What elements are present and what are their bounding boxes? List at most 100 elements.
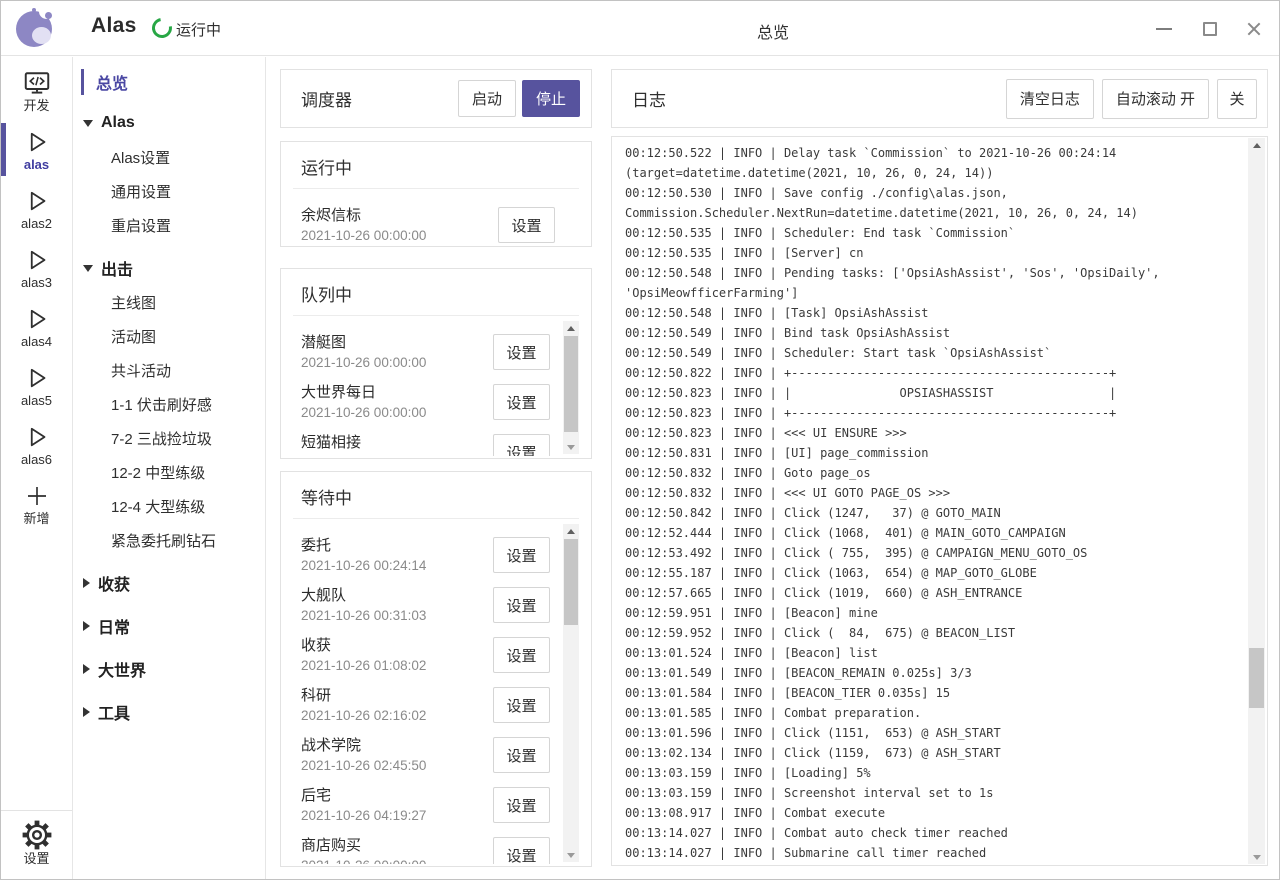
menu-item[interactable]: 主线图 (74, 285, 265, 319)
task-name: 大世界每日 (301, 382, 493, 403)
log-scrollbar[interactable] (1248, 138, 1265, 864)
menu-item[interactable]: 通用设置 (74, 174, 265, 208)
task-row: 战术学院 2021-10-26 02:45:50 设置 (281, 730, 591, 780)
menu-item-overview[interactable]: 总览 (74, 67, 265, 97)
menu-item[interactable]: Alas设置 (74, 140, 265, 174)
log-line: 00:13:01.524 | INFO | [Beacon] list (625, 643, 1241, 663)
app-title: Alas (91, 14, 137, 38)
log-line: 00:12:50.548 | INFO | Pending tasks: ['O… (625, 263, 1241, 283)
menu-item[interactable]: 7-2 三战捡垃圾 (74, 421, 265, 455)
play-icon (22, 245, 52, 275)
chevron-icon (83, 664, 90, 674)
maximize-button[interactable] (1187, 1, 1233, 56)
scroll-up-icon[interactable] (563, 321, 579, 335)
minimize-button[interactable] (1141, 1, 1187, 56)
log-line: Commission.Scheduler.NextRun=datetime.da… (625, 203, 1241, 223)
scrollbar[interactable] (563, 524, 579, 862)
dev-monitor-icon (22, 68, 52, 98)
sidebar-item-instance[interactable]: alas2 (1, 179, 72, 238)
sidebar-item-instance[interactable]: alas4 (1, 297, 72, 356)
scrollbar-thumb[interactable] (1249, 648, 1264, 708)
menu-group: Alas Alas设置通用设置重启设置 (74, 106, 265, 242)
close-button[interactable] (1231, 1, 1277, 56)
sidebar-item-instance[interactable]: alas6 (1, 415, 72, 474)
task-menu: 总览 Alas Alas设置通用设置重启设置 出击 主线图活动图共斗活动1-1 … (74, 57, 266, 879)
menu-item[interactable]: 共斗活动 (74, 353, 265, 387)
scheduler-start-button[interactable]: 启动 (458, 80, 516, 117)
task-next-run-time: 2021-10-26 00:00:00 (301, 226, 498, 244)
autoscroll-toggle-button[interactable]: 自动滚动 开 (1102, 79, 1209, 119)
scroll-up-icon[interactable] (563, 524, 579, 538)
chevron-icon (83, 578, 90, 588)
menu-item[interactable]: 1-1 伏击刷好感 (74, 387, 265, 421)
menu-group-header[interactable]: 收获 (74, 566, 265, 600)
section-title: 队列中 (301, 281, 352, 306)
chevron-icon (83, 265, 93, 272)
add-instance-button[interactable]: 新增 (1, 474, 72, 533)
task-setting-button[interactable]: 设置 (493, 837, 550, 864)
menu-group-header[interactable]: Alas (74, 106, 265, 140)
task-name: 余烬信标 (301, 205, 498, 226)
menu-group-header[interactable]: 工具 (74, 695, 265, 729)
sidebar-item-instance[interactable]: alas3 (1, 238, 72, 297)
task-meta: 短猫相接 2021-10-26 00:00:00 (301, 432, 493, 456)
scrollbar[interactable] (563, 321, 579, 454)
waiting-section: 等待中 委托 2021-10-26 00:24:14 设置 大舰队 2021-1… (280, 471, 592, 867)
task-meta: 潜艇图 2021-10-26 00:00:00 (301, 332, 493, 372)
menu-group-header[interactable]: 日常 (74, 609, 265, 643)
task-setting-button[interactable]: 设置 (498, 207, 555, 243)
menu-item[interactable]: 12-2 中型练级 (74, 455, 265, 489)
task-meta: 科研 2021-10-26 02:16:02 (301, 685, 493, 725)
gear-icon (21, 819, 53, 851)
scroll-down-icon[interactable] (563, 440, 579, 454)
scroll-up-icon[interactable] (1248, 138, 1265, 152)
section-title: 等待中 (301, 484, 352, 509)
scroll-down-icon[interactable] (563, 848, 579, 862)
log-line: 00:12:50.823 | INFO | +-----------------… (625, 403, 1241, 423)
menu-item[interactable]: 活动图 (74, 319, 265, 353)
task-row: 短猫相接 2021-10-26 00:00:00 设置 (281, 427, 591, 456)
task-setting-button[interactable]: 设置 (493, 537, 550, 573)
log-panel: 00:12:50.522 | INFO | Delay task `Commis… (611, 136, 1268, 866)
log-line: 00:12:59.952 | INFO | Click ( 84, 675) @… (625, 623, 1241, 643)
task-next-run-time: 2021-10-26 00:00:00 (301, 856, 493, 864)
sidebar-item-dev[interactable]: 开发 (1, 61, 72, 120)
task-row: 收获 2021-10-26 01:08:02 设置 (281, 630, 591, 680)
scrollbar-thumb[interactable] (564, 336, 578, 432)
sidebar-item-settings[interactable]: 设置 (1, 810, 72, 874)
log-title: 日志 (632, 86, 998, 111)
menu-item[interactable]: 重启设置 (74, 208, 265, 242)
log-line: 00:13:08.917 | INFO | Combat execute (625, 803, 1241, 823)
task-row: 余烬信标 2021-10-26 00:00:00 设置 (281, 200, 591, 244)
menu-item[interactable]: 紧急委托刷钻石 (74, 523, 265, 557)
menu-group-header[interactable]: 出击 (74, 251, 265, 285)
scrollbar-thumb[interactable] (564, 539, 578, 625)
scheduler-stop-button[interactable]: 停止 (522, 80, 580, 117)
task-meta: 收获 2021-10-26 01:08:02 (301, 635, 493, 675)
menu-item[interactable]: 12-4 大型练级 (74, 489, 265, 523)
task-meta: 后宅 2021-10-26 04:19:27 (301, 785, 493, 825)
sidebar-item-label: 设置 (23, 851, 49, 866)
task-setting-button[interactable]: 设置 (493, 384, 550, 420)
menu-groups: Alas Alas设置通用设置重启设置 出击 主线图活动图共斗活动1-1 伏击刷… (74, 106, 265, 729)
clear-log-button[interactable]: 清空日志 (1006, 79, 1094, 119)
task-setting-button[interactable]: 设置 (493, 587, 550, 623)
running-task-list: 余烬信标 2021-10-26 00:00:00 设置 (281, 194, 591, 244)
sidebar-item-instance[interactable]: alas (1, 120, 72, 179)
task-setting-button[interactable]: 设置 (493, 434, 550, 456)
task-setting-button[interactable]: 设置 (493, 334, 550, 370)
scroll-down-icon[interactable] (1248, 850, 1265, 864)
task-setting-button[interactable]: 设置 (493, 737, 550, 773)
task-setting-button[interactable]: 设置 (493, 687, 550, 723)
log-line: 00:12:59.951 | INFO | [Beacon] mine (625, 603, 1241, 623)
task-setting-button[interactable]: 设置 (493, 637, 550, 673)
instance-label: alas2 (21, 216, 52, 231)
menu-group-header[interactable]: 大世界 (74, 652, 265, 686)
task-setting-button[interactable]: 设置 (493, 787, 550, 823)
autoscroll-off-button[interactable]: 关 (1217, 79, 1257, 119)
menu-group-label: 日常 (98, 614, 130, 638)
waiting-task-list: 委托 2021-10-26 00:24:14 设置 大舰队 2021-10-26… (281, 524, 591, 864)
minimize-icon (1156, 28, 1172, 30)
sidebar-item-instance[interactable]: alas5 (1, 356, 72, 415)
page-title: 总览 (757, 19, 789, 43)
